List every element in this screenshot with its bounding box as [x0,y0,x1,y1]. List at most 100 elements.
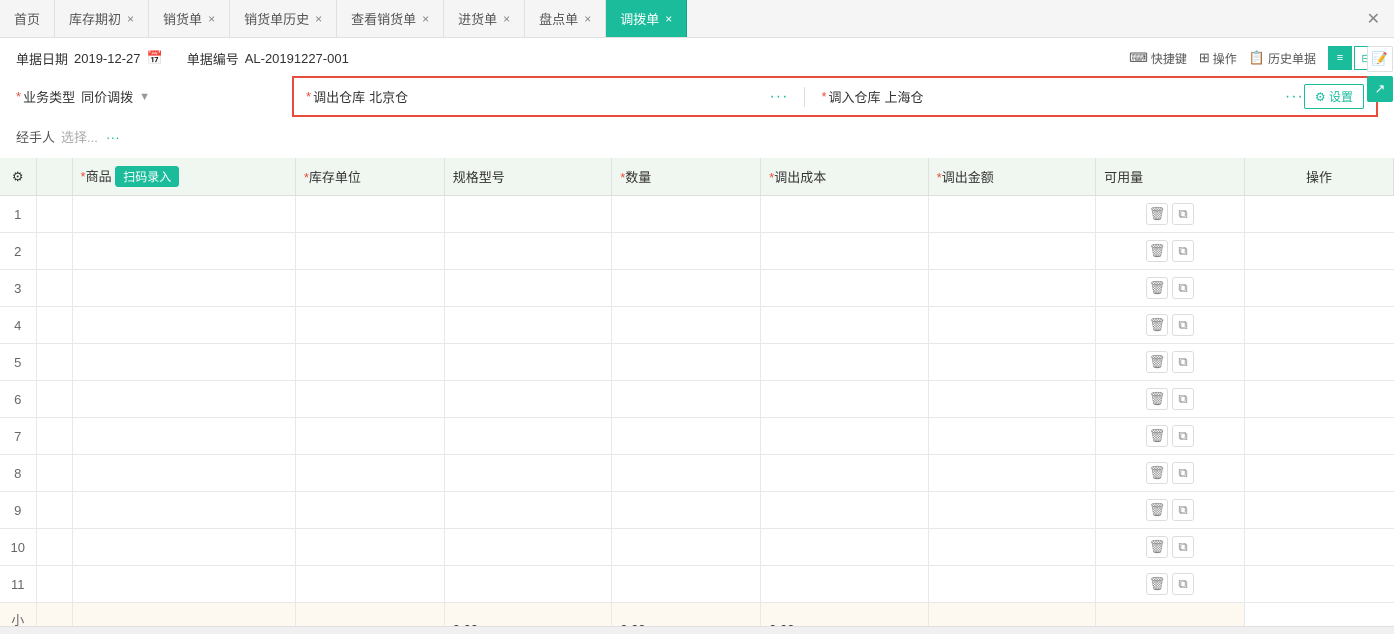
row-cost[interactable] [612,381,761,418]
delete-row-icon[interactable]: 🗑 [1146,277,1168,299]
delete-row-icon[interactable]: 🗑 [1146,425,1168,447]
row-spec[interactable] [295,455,444,492]
tab-home[interactable]: 首页 [0,0,55,37]
row-goods[interactable] [36,455,72,492]
row-unit[interactable] [72,196,295,233]
tab-stocktake[interactable]: 盘点单 × [525,0,606,37]
row-available[interactable] [928,196,1096,233]
row-cost[interactable] [612,307,761,344]
row-cost[interactable] [612,566,761,603]
tab-view-sales[interactable]: 查看销货单 × [337,0,444,37]
row-qty[interactable] [444,344,612,381]
delete-row-icon[interactable]: 🗑 [1146,314,1168,336]
row-amount[interactable] [761,492,929,529]
layout-list-button[interactable]: ≡ [1328,46,1352,70]
table-scroll-area[interactable]: ⚙ *商品 扫码录入 *库存单位 规格型号 *数量 *调出成本 *调出金额 可用… [0,158,1394,626]
delete-row-icon[interactable]: 🗑 [1146,462,1168,484]
tab-close-icon[interactable]: × [665,12,672,26]
row-unit[interactable] [72,270,295,307]
biz-type-value[interactable]: 同价调拨 [81,87,133,106]
row-goods[interactable] [36,418,72,455]
operations-button[interactable]: ⊞ 操作 [1199,50,1237,67]
copy-row-icon[interactable]: ⧉ [1172,240,1194,262]
row-spec[interactable] [295,566,444,603]
copy-row-icon[interactable]: ⧉ [1172,314,1194,336]
row-goods[interactable] [36,529,72,566]
row-cost[interactable] [612,344,761,381]
row-qty[interactable] [444,196,612,233]
delete-row-icon[interactable]: 🗑 [1146,499,1168,521]
copy-row-icon[interactable]: ⧉ [1172,388,1194,410]
delete-row-icon[interactable]: 🗑 [1146,240,1168,262]
row-spec[interactable] [295,418,444,455]
row-available[interactable] [928,566,1096,603]
source-wh-value[interactable]: 北京仓 [369,87,408,106]
tab-purchase[interactable]: 进货单 × [444,0,525,37]
row-unit[interactable] [72,529,295,566]
row-spec[interactable] [295,307,444,344]
row-cost[interactable] [612,492,761,529]
tab-close-icon[interactable]: × [208,12,215,26]
copy-row-icon[interactable]: ⧉ [1172,499,1194,521]
delete-row-icon[interactable]: 🗑 [1146,203,1168,225]
row-qty[interactable] [444,381,612,418]
row-amount[interactable] [761,455,929,492]
row-cost[interactable] [612,196,761,233]
tab-inventory-init[interactable]: 库存期初 × [55,0,149,37]
copy-row-icon[interactable]: ⧉ [1172,203,1194,225]
tab-close-icon[interactable]: × [503,12,510,26]
row-available[interactable] [928,307,1096,344]
row-available[interactable] [928,233,1096,270]
row-spec[interactable] [295,529,444,566]
biz-type-dropdown-icon[interactable]: ▼ [139,91,150,103]
calendar-icon[interactable]: 📅 [147,50,163,66]
row-amount[interactable] [761,233,929,270]
row-unit[interactable] [72,566,295,603]
row-cost[interactable] [612,418,761,455]
tab-close-icon[interactable]: × [127,12,134,26]
row-goods[interactable] [36,270,72,307]
delete-row-icon[interactable]: 🗑 [1146,573,1168,595]
row-unit[interactable] [72,492,295,529]
copy-row-icon[interactable]: ⧉ [1172,536,1194,558]
copy-row-icon[interactable]: ⧉ [1172,462,1194,484]
row-spec[interactable] [295,233,444,270]
row-spec[interactable] [295,344,444,381]
row-cost[interactable] [612,270,761,307]
row-unit[interactable] [72,233,295,270]
row-goods[interactable] [36,344,72,381]
row-qty[interactable] [444,529,612,566]
col-gear[interactable]: ⚙ [0,158,36,196]
horizontal-scrollbar[interactable] [0,626,1394,634]
row-available[interactable] [928,344,1096,381]
target-wh-more-icon[interactable]: ··· [1285,88,1304,106]
row-qty[interactable] [444,418,612,455]
tab-transfer[interactable]: 调拨单 × [606,0,687,37]
row-unit[interactable] [72,344,295,381]
delete-row-icon[interactable]: 🗑 [1146,536,1168,558]
row-amount[interactable] [761,196,929,233]
copy-row-icon[interactable]: ⧉ [1172,277,1194,299]
tab-close-icon[interactable]: × [315,12,322,26]
delete-row-icon[interactable]: 🗑 [1146,351,1168,373]
row-unit[interactable] [72,418,295,455]
row-available[interactable] [928,418,1096,455]
row-goods[interactable] [36,196,72,233]
row-goods[interactable] [36,381,72,418]
source-wh-more-icon[interactable]: ··· [769,88,788,106]
row-qty[interactable] [444,566,612,603]
history-button[interactable]: 📋 历史单据 [1249,50,1316,67]
row-qty[interactable] [444,307,612,344]
row-amount[interactable] [761,307,929,344]
shortcuts-button[interactable]: ⌨ 快捷键 [1129,50,1187,67]
row-available[interactable] [928,455,1096,492]
warehouse-settings-button[interactable]: ⚙ 设置 [1304,84,1364,109]
row-goods[interactable] [36,566,72,603]
copy-row-icon[interactable]: ⧉ [1172,425,1194,447]
tab-close-icon[interactable]: × [422,12,429,26]
sidebar-notes-icon[interactable]: 📝 [1367,46,1393,72]
row-amount[interactable] [761,270,929,307]
row-available[interactable] [928,270,1096,307]
row-goods[interactable] [36,492,72,529]
row-available[interactable] [928,529,1096,566]
